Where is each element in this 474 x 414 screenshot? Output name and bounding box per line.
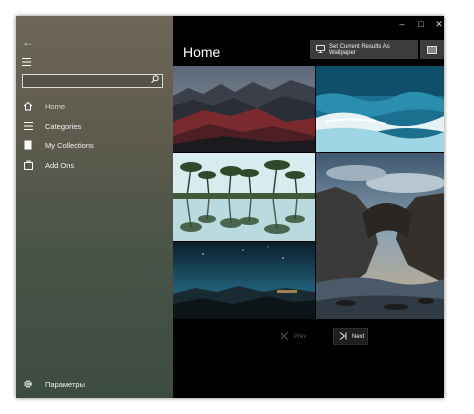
bookmark-icon	[22, 139, 34, 151]
back-arrow-icon[interactable]: ←	[22, 36, 34, 48]
sidebar-item-settings[interactable]: Параметры	[22, 375, 167, 393]
set-wallpaper-button[interactable]: Set Current Results As Wallpaper	[310, 40, 418, 59]
next-button[interactable]: Next	[333, 328, 368, 345]
sidebar-item-label: My Collections	[45, 140, 94, 150]
sidebar-item-label: Home	[45, 101, 66, 111]
image-tile-ocean-waves[interactable]	[316, 66, 444, 152]
sidebar-item-label: Categories	[45, 121, 82, 131]
maximize-button[interactable]: □	[414, 18, 428, 30]
list-icon	[22, 120, 34, 132]
home-icon	[22, 100, 34, 112]
set-wallpaper-label: Set Current Results As Wallpaper	[329, 43, 390, 56]
sidebar-item-categories[interactable]: Categories	[22, 117, 167, 135]
monitor-icon	[316, 44, 325, 55]
package-icon	[22, 159, 34, 171]
sidebar-item-add-ons[interactable]: Add Ons	[22, 156, 167, 174]
image-tile-night-mountains[interactable]	[173, 242, 315, 319]
next-icon	[339, 331, 347, 342]
close-button[interactable]: ✕	[432, 18, 444, 30]
view-toggle-button[interactable]	[420, 40, 444, 59]
image-tile-palm-reflection[interactable]	[173, 153, 315, 241]
search-input[interactable]	[22, 74, 163, 88]
hamburger-icon[interactable]	[22, 58, 31, 69]
app-window: ← Home Categories My Collections Add Ons…	[16, 16, 444, 398]
next-label: Next	[352, 333, 365, 340]
picture-icon	[427, 45, 437, 54]
prev-icon	[281, 331, 289, 342]
page-title: Home	[183, 44, 221, 60]
image-tile-rock-arch[interactable]	[316, 153, 444, 319]
gear-icon	[22, 378, 34, 390]
sidebar-item-label: Add Ons	[45, 160, 75, 170]
sidebar-item-label: Параметры	[45, 379, 85, 389]
sidebar-item-home[interactable]: Home	[22, 97, 167, 115]
prev-button[interactable]: Prev	[281, 328, 306, 345]
image-tile-mountain-valley[interactable]	[173, 66, 315, 152]
prev-label: Prev	[294, 333, 307, 340]
sidebar-item-my-collections[interactable]: My Collections	[22, 136, 167, 154]
search-icon[interactable]	[151, 75, 159, 87]
main-content: – □ ✕ Home Set Current Results As Wallpa…	[173, 16, 444, 398]
sidebar: ← Home Categories My Collections Add Ons…	[16, 16, 173, 398]
minimize-button[interactable]: –	[395, 18, 409, 30]
